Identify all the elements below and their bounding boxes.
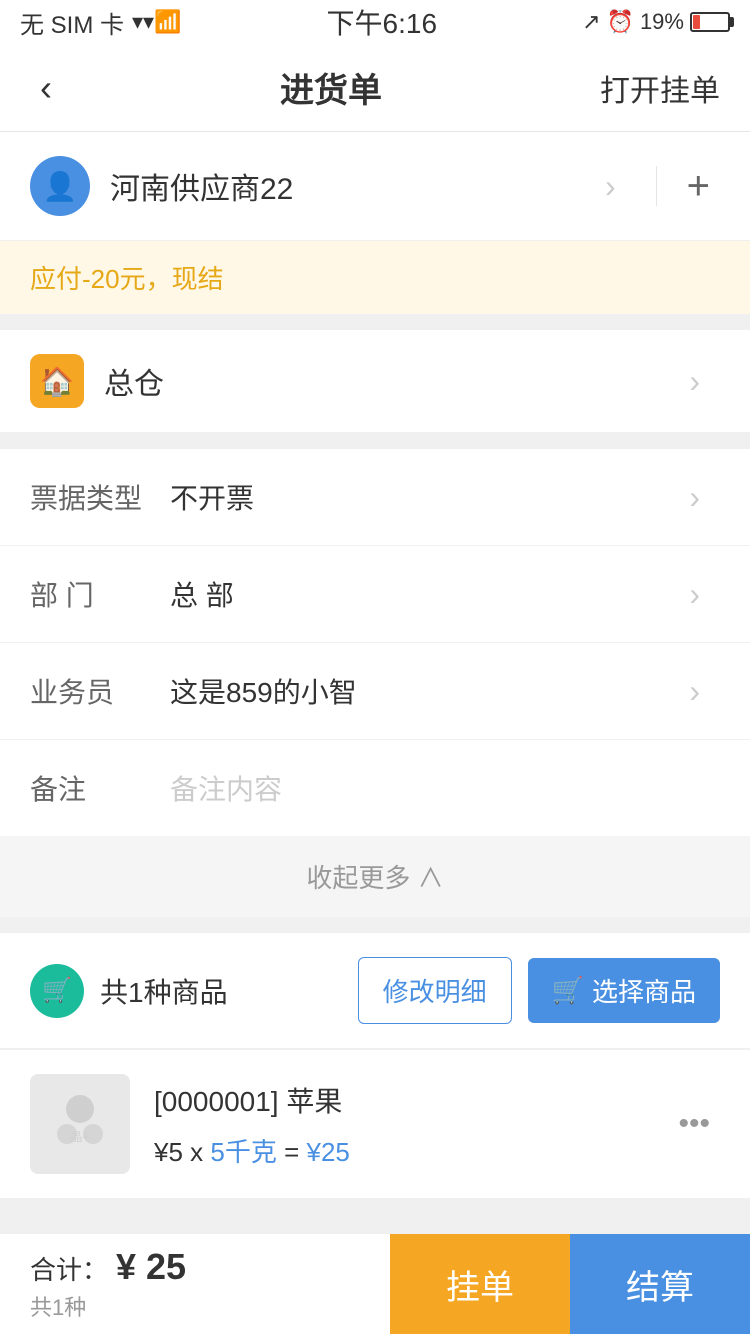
bill-type-value: 不开票 <box>170 477 689 517</box>
products-count: 共1种商品 <box>100 971 358 1011</box>
status-left: 无 SIM 卡 ▾▾📶 <box>20 5 182 40</box>
warehouse-icon: 🏠 <box>30 354 84 408</box>
avatar-icon: 👤 <box>43 170 78 203</box>
total-sub: 共1种 <box>30 1290 360 1322</box>
warehouse-name: 总仓 <box>104 359 689 403</box>
supplier-notice: 应付-20元，现结 <box>0 241 750 314</box>
open-hang-button[interactable]: 打开挂单 <box>600 66 720 110</box>
supplier-row[interactable]: 👤 河南供应商22 › + <box>0 132 750 241</box>
supplier-chevron-icon: › <box>605 168 616 205</box>
select-product-label: 选择商品 <box>592 972 696 1009</box>
battery-percent: 19% <box>640 9 684 35</box>
alarm-icon: ⏰ <box>607 9 634 35</box>
product-code: [0000001] <box>154 1086 286 1117</box>
product-info: [0000001] 苹果 ¥5 x 5千克 = ¥25 <box>154 1080 668 1169</box>
back-button[interactable]: ‹ <box>30 57 62 119</box>
product-price: ¥5 x 5千克 = ¥25 <box>154 1132 668 1169</box>
department-value: 总 部 <box>170 574 689 614</box>
unit-price: ¥5 x <box>154 1137 210 1167</box>
carrier-label: 无 SIM 卡 <box>20 5 124 40</box>
location-icon: ↗ <box>582 9 600 35</box>
select-icon: 🛒 <box>552 975 584 1006</box>
time-label: 下午6:16 <box>327 2 438 42</box>
warehouse-chevron-icon: › <box>689 363 700 400</box>
bill-type-chevron-icon: › <box>689 479 700 516</box>
remark-input[interactable]: 备注内容 <box>170 768 720 808</box>
cart-icon: 🛒 <box>42 976 72 1005</box>
product-thumb-icon: 晶+ <box>45 1089 115 1159</box>
total-price: ¥25 <box>306 1137 349 1167</box>
page-title: 进货单 <box>280 63 382 112</box>
status-bar: 无 SIM 卡 ▾▾📶 下午6:16 ↗ ⏰ 19% <box>0 0 750 44</box>
products-section: 🛒 共1种商品 修改明细 🛒 选择商品 晶+ [0000001] <box>0 933 750 1198</box>
product-item: 晶+ [0000001] 苹果 ¥5 x 5千克 = ¥25 ••• <box>0 1049 750 1198</box>
remark-label: 备注 <box>30 768 160 808</box>
salesperson-chevron-icon: › <box>689 673 700 710</box>
svg-text:晶+: 晶+ <box>70 1130 89 1144</box>
total-label: 合计： <box>30 1250 108 1287</box>
product-more-button[interactable]: ••• <box>668 1097 720 1151</box>
salesperson-row[interactable]: 业务员 这是859的小智 › <box>0 642 750 739</box>
wifi-icon: ▾▾📶 <box>132 9 181 35</box>
house-icon: 🏠 <box>40 365 75 398</box>
collapse-label: 收起更多 ∧ <box>306 863 443 893</box>
product-thumbnail: 晶+ <box>30 1074 130 1174</box>
salesperson-label: 业务员 <box>30 671 160 711</box>
select-product-button[interactable]: 🛒 选择商品 <box>528 958 720 1023</box>
remark-row[interactable]: 备注 备注内容 <box>0 739 750 836</box>
products-icon: 🛒 <box>30 964 84 1018</box>
products-header: 🛒 共1种商品 修改明细 🛒 选择商品 <box>0 933 750 1049</box>
nav-bar: ‹ 进货单 打开挂单 <box>0 44 750 132</box>
supplier-section: 👤 河南供应商22 › + 应付-20元，现结 <box>0 132 750 314</box>
main-content: 👤 河南供应商22 › + 应付-20元，现结 🏠 总仓 › 票据类型 不开票 … <box>0 132 750 1314</box>
product-name: [0000001] 苹果 <box>154 1080 668 1120</box>
status-right: ↗ ⏰ 19% <box>582 9 730 35</box>
department-row[interactable]: 部 门 总 部 › <box>0 545 750 642</box>
battery-icon <box>690 12 730 32</box>
supplier-divider <box>656 166 657 206</box>
equals: = <box>277 1137 307 1167</box>
warehouse-section: 🏠 总仓 › <box>0 330 750 432</box>
bill-type-label: 票据类型 <box>30 477 160 517</box>
warehouse-row[interactable]: 🏠 总仓 › <box>0 330 750 432</box>
total-amount: ¥ 25 <box>116 1246 186 1288</box>
bill-type-row[interactable]: 票据类型 不开票 › <box>0 448 750 545</box>
salesperson-value: 这是859的小智 <box>170 671 689 711</box>
department-label: 部 门 <box>30 574 160 614</box>
product-title: 苹果 <box>286 1086 342 1117</box>
edit-detail-button[interactable]: 修改明细 <box>358 957 512 1024</box>
checkout-button[interactable]: 结算 <box>570 1234 750 1334</box>
bottom-bar: 合计： ¥ 25 共1种 挂单 结算 <box>0 1234 750 1334</box>
supplier-name: 河南供应商22 <box>110 164 605 208</box>
quantity: 5千克 <box>210 1137 276 1167</box>
form-section: 票据类型 不开票 › 部 门 总 部 › 业务员 这是859的小智 › 备注 备… <box>0 448 750 917</box>
department-chevron-icon: › <box>689 576 700 613</box>
collapse-toggle[interactable]: 收起更多 ∧ <box>0 836 750 917</box>
add-supplier-button[interactable]: + <box>677 164 720 209</box>
hang-button[interactable]: 挂单 <box>390 1234 570 1334</box>
supplier-avatar: 👤 <box>30 156 90 216</box>
total-section: 合计： ¥ 25 共1种 <box>0 1234 390 1334</box>
